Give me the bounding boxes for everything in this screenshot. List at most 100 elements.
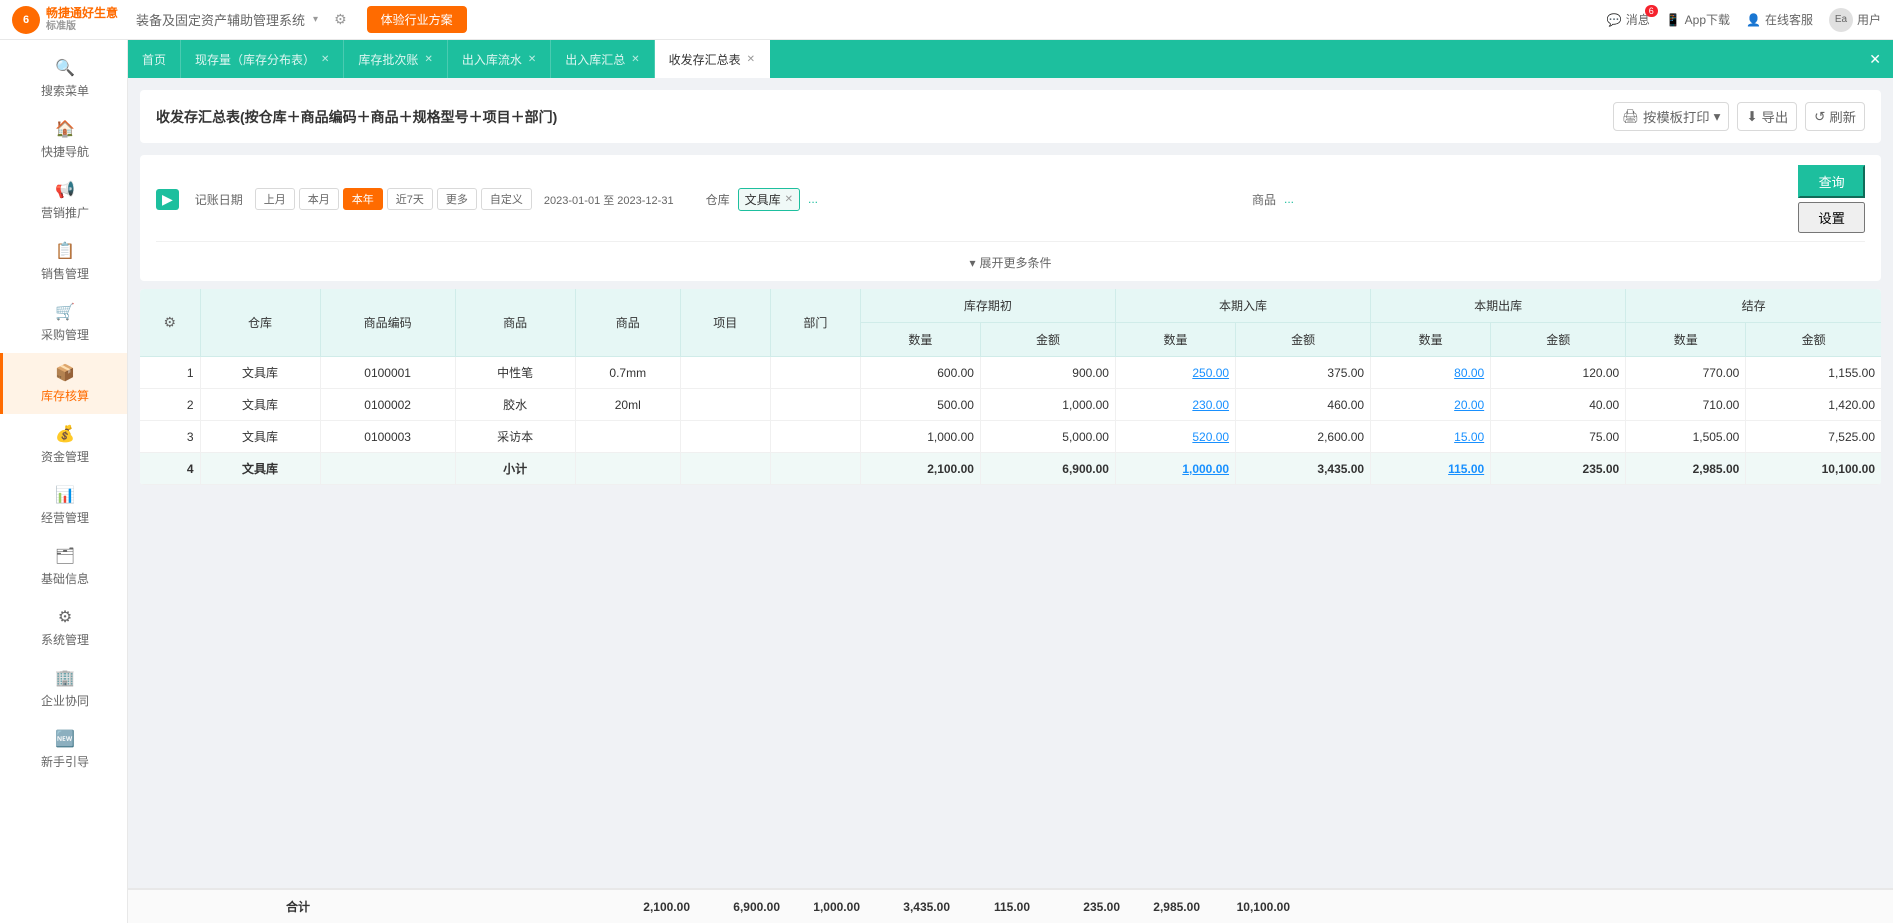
th-project: 项目 — [680, 289, 770, 357]
warehouse-label: 仓库 — [706, 191, 730, 208]
row1-out-qty[interactable]: 80.00 — [1371, 357, 1491, 389]
tab-inout-flow-close[interactable]: ✕ — [528, 54, 536, 65]
tab-receive-summary[interactable]: 收发存汇总表 ✕ — [655, 40, 770, 78]
filter-bar: ▶ 记账日期 上月 本月 本年 近7天 更多 自定义 2023-01-01 至 … — [140, 155, 1881, 281]
row4-in-qty[interactable]: 1,000.00 — [1115, 453, 1235, 485]
sidebar-item-label: 基础信息 — [41, 570, 89, 587]
sidebar-item-quick-nav[interactable]: 🏠 快捷导航 — [0, 109, 127, 170]
date-7days[interactable]: 近7天 — [387, 188, 433, 210]
date-this-year[interactable]: 本年 — [343, 188, 383, 210]
sidebar-item-search[interactable]: 🔍 搜索菜单 — [0, 48, 127, 109]
warehouse-tag: 文具库 ✕ — [738, 188, 800, 211]
row2-in-qty[interactable]: 230.00 — [1115, 389, 1235, 421]
sidebar-item-basic[interactable]: 🗂 基础信息 — [0, 536, 127, 597]
row2-spec: 20ml — [575, 389, 680, 421]
warehouse-dots[interactable]: ... — [808, 192, 818, 206]
footer-bal-amt: 10,100.00 — [1208, 900, 1298, 914]
print-button[interactable]: 🖨 按模板打印 ▾ — [1613, 102, 1729, 131]
sidebar-item-system[interactable]: ⚙ 系统管理 — [0, 597, 127, 658]
logo-line2: 标准版 — [46, 21, 118, 33]
warehouse-tag-close[interactable]: ✕ — [785, 194, 793, 205]
row4-out-qty[interactable]: 115.00 — [1371, 453, 1491, 485]
online-service-item[interactable]: 👤 在线客服 — [1746, 11, 1813, 28]
row4-bal-qty: 2,985.00 — [1626, 453, 1746, 485]
sidebar-item-label: 资金管理 — [41, 448, 89, 465]
filter-expand-arrow[interactable]: ▶ — [156, 189, 179, 210]
row3-code: 0100003 — [320, 421, 455, 453]
export-icon: ⬇ — [1746, 109, 1757, 125]
trial-button[interactable]: 体验行业方案 — [367, 6, 467, 33]
inventory-icon: 📦 — [55, 363, 75, 383]
tab-stock-dist-close[interactable]: ✕ — [321, 54, 329, 65]
online-service-label: 在线客服 — [1765, 11, 1813, 28]
th-out-amt: 金额 — [1491, 323, 1626, 357]
sidebar-item-purchase[interactable]: 🛒 采购管理 — [0, 292, 127, 353]
sidebar-item-guide[interactable]: 🆕 新手引导 — [0, 719, 127, 780]
expand-button[interactable]: ▾ 展开更多条件 — [156, 254, 1865, 271]
date-this-month[interactable]: 本月 — [299, 188, 339, 210]
row1-project — [680, 357, 770, 389]
row2-out-amt: 40.00 — [1491, 389, 1626, 421]
row4-out-amt: 235.00 — [1491, 453, 1626, 485]
row1-bal-qty: 770.00 — [1626, 357, 1746, 389]
system-icon: ⚙ — [58, 607, 72, 627]
row3-open-qty: 1,000.00 — [860, 421, 980, 453]
system-title-dropdown-icon[interactable]: ▾ — [313, 14, 318, 25]
sidebar-item-label: 系统管理 — [41, 631, 89, 648]
sidebar-item-inventory[interactable]: 📦 库存核算 — [0, 353, 127, 414]
message-item[interactable]: 💬 消息 6 — [1607, 11, 1650, 28]
top-bar-right: 💬 消息 6 📱 App下载 👤 在线客服 Ea 用户 — [1607, 8, 1881, 32]
refresh-button[interactable]: ↺ 刷新 — [1805, 102, 1865, 131]
th-name2: 商品 — [575, 289, 680, 357]
tab-inout-summary-close[interactable]: ✕ — [631, 54, 639, 65]
tab-receive-summary-close[interactable]: ✕ — [747, 54, 755, 65]
settings-filter-button[interactable]: 设置 — [1798, 202, 1865, 233]
filter-arrow-icon[interactable]: ▶ — [156, 189, 179, 210]
tab-batch[interactable]: 库存批次账 ✕ — [344, 40, 447, 78]
th-balance-qty: 数量 — [1626, 323, 1746, 357]
tab-bar-close-icon[interactable]: ✕ — [1857, 51, 1893, 68]
settings-icon[interactable]: ⚙ — [334, 11, 347, 28]
action-buttons: 查询 设置 — [1798, 165, 1865, 233]
row2-out-qty[interactable]: 20.00 — [1371, 389, 1491, 421]
row4-name: 小计 — [455, 453, 575, 485]
warehouse-filter: 仓库 文具库 ✕ ... — [706, 188, 1240, 211]
goods-dots[interactable]: ... — [1284, 192, 1294, 206]
tab-home[interactable]: 首页 — [128, 40, 181, 78]
sidebar-item-operation[interactable]: 📊 经营管理 — [0, 475, 127, 536]
query-button[interactable]: 查询 — [1798, 165, 1865, 198]
column-settings-gear[interactable]: ⚙ — [163, 314, 176, 330]
row3-in-qty[interactable]: 520.00 — [1115, 421, 1235, 453]
finance-icon: 💰 — [55, 424, 75, 444]
tab-inout-flow[interactable]: 出入库流水 ✕ — [448, 40, 551, 78]
tab-batch-close[interactable]: ✕ — [424, 54, 432, 65]
date-more[interactable]: 更多 — [437, 188, 477, 210]
tab-stock-dist[interactable]: 现存量（库存分布表） ✕ — [181, 40, 344, 78]
top-bar-left: 6 畅捷通好生意 标准版 装备及固定资产辅助管理系统 ▾ ⚙ 体验行业方案 — [12, 6, 467, 34]
app-download-item[interactable]: 📱 App下载 — [1666, 11, 1730, 28]
th-opening-amt: 金额 — [980, 323, 1115, 357]
user-item[interactable]: Ea 用户 — [1829, 8, 1881, 32]
footer-bal-qty: 2,985.00 — [1128, 900, 1208, 914]
date-custom[interactable]: 自定义 — [481, 188, 532, 210]
date-last-month[interactable]: 上月 — [255, 188, 295, 210]
footer-out-amt: 235.00 — [1038, 900, 1128, 914]
tab-receive-summary-label: 收发存汇总表 — [669, 51, 741, 68]
row4-code — [320, 453, 455, 485]
sidebar-item-marketing[interactable]: 📢 营销推广 — [0, 170, 127, 231]
home-icon: 🏠 — [55, 119, 75, 139]
sidebar-item-sales[interactable]: 📋 销售管理 — [0, 231, 127, 292]
sidebar-item-enterprise[interactable]: 🏢 企业协同 — [0, 658, 127, 719]
th-settings: ⚙ — [140, 289, 200, 357]
message-icon: 💬 — [1607, 13, 1622, 27]
tab-inout-summary[interactable]: 出入库汇总 ✕ — [551, 40, 654, 78]
export-button[interactable]: ⬇ 导出 — [1737, 102, 1797, 131]
row4-dept — [770, 453, 860, 485]
th-in-qty: 数量 — [1115, 323, 1235, 357]
row1-in-qty[interactable]: 250.00 — [1115, 357, 1235, 389]
expand-row: ▾ 展开更多条件 — [156, 241, 1865, 271]
sidebar-item-finance[interactable]: 💰 资金管理 — [0, 414, 127, 475]
row1-code: 0100001 — [320, 357, 455, 389]
row3-out-qty[interactable]: 15.00 — [1371, 421, 1491, 453]
sidebar: 🔍 搜索菜单 🏠 快捷导航 📢 营销推广 📋 销售管理 🛒 采购管理 📦 库存核… — [0, 40, 128, 923]
